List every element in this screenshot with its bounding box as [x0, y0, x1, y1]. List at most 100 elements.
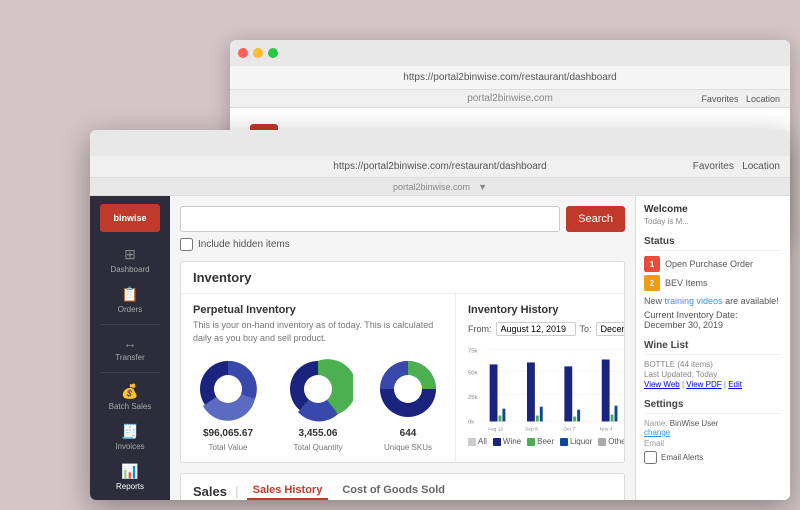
right-panel: Welcome Today is M... Status 1 Open Purc… — [635, 196, 790, 500]
sidebar-item-transfer[interactable]: ↔ Transfer — [90, 329, 170, 368]
search-button[interactable]: Search — [566, 206, 625, 232]
edit-link[interactable]: Edit — [728, 380, 742, 389]
close-icon[interactable] — [238, 48, 248, 58]
perpetual-inventory: Perpetual Inventory This is your on-hand… — [181, 294, 456, 462]
inv-date-label: Current Inventory Date: December 30, 201… — [644, 310, 782, 330]
pie-chart-3 — [373, 354, 443, 424]
hidden-items-checkbox[interactable] — [180, 238, 193, 251]
pie2-label: Total Quantity — [294, 443, 343, 452]
legend-label-other: Other — [608, 437, 625, 446]
sidebar-label-batchsales: Batch Sales — [109, 402, 152, 411]
svg-text:Oct 7: Oct 7 — [563, 426, 575, 432]
pie1-value: $96,065.67 — [203, 428, 253, 439]
training-link[interactable]: training videos — [665, 296, 723, 306]
svg-text:Nov 4: Nov 4 — [600, 426, 613, 432]
wine-bottle-detail: BOTTLE (44 items) — [644, 360, 782, 369]
status-item-2: 2 BEV Items — [644, 275, 782, 291]
settings-change-link[interactable]: change — [644, 428, 670, 437]
wine-links: View Web | View PDF | Edit — [644, 380, 782, 389]
sidebar-label-dashboard: Dashboard — [110, 265, 149, 274]
wine-list-panel: Wine List BOTTLE (44 items) Last Updated… — [644, 340, 782, 389]
legend-dot-all — [468, 438, 476, 446]
legend-liquor: Liquor — [560, 437, 592, 446]
status-title: Status — [644, 236, 782, 251]
inv-to-date[interactable] — [596, 322, 625, 336]
sales-section: Sales | Sales History Cost of Goods Sold… — [180, 473, 625, 500]
dashboard-icon: ⊞ — [124, 246, 136, 263]
email-alerts-label: Email Alerts — [661, 453, 703, 462]
fg-tab2: ▼ — [478, 182, 487, 192]
status-badge-2: 2 — [644, 275, 660, 291]
legend-beer: Beer — [527, 437, 554, 446]
minimize-icon[interactable] — [253, 48, 263, 58]
wine-last-updated: Last Updated: Today — [644, 370, 782, 379]
inventory-history: Inventory History From: To: Update — [456, 294, 625, 462]
legend-all: All — [468, 437, 487, 446]
search-input[interactable] — [180, 206, 560, 232]
legend-label-beer: Beer — [537, 437, 554, 446]
sidebar-item-orders[interactable]: 📋 Orders — [90, 280, 170, 320]
inv-from-date[interactable] — [496, 322, 576, 336]
sales-header: Sales | Sales History Cost of Goods Sold — [181, 474, 624, 500]
settings-title: Settings — [644, 399, 782, 414]
status-badge-1: 1 — [644, 256, 660, 272]
bg-url-text: https://portal2binwise.com/restaurant/da… — [403, 72, 616, 83]
sidebar-divider-1 — [100, 324, 160, 325]
sidebar-item-invoices[interactable]: 🧾 Invoices — [90, 417, 170, 457]
sidebar-label-invoices: Invoices — [115, 442, 144, 451]
wine-list-title: Wine List — [644, 340, 782, 355]
foreground-window: https://portal2binwise.com/restaurant/da… — [90, 130, 790, 500]
settings-name-value: BinWise User — [670, 419, 718, 428]
pie3-value: 644 — [400, 428, 417, 439]
search-bar-row: Search — [180, 206, 625, 232]
sidebar-item-batchsales[interactable]: 💰 Batch Sales — [90, 377, 170, 417]
legend-label-wine: Wine — [503, 437, 521, 446]
settings-email-label: Email — [644, 439, 664, 448]
svg-text:Aug 12: Aug 12 — [488, 426, 504, 432]
view-web-link[interactable]: View Web — [644, 380, 680, 389]
pie3-label: Unique SKUs — [384, 443, 432, 452]
to-label: To: — [580, 324, 592, 334]
pie-total-value: $96,065.67 Total Value — [193, 354, 263, 452]
settings-email-row: Email — [644, 439, 782, 448]
pie2-value: 3,455.06 — [299, 428, 338, 439]
pie-charts: $96,065.67 Total Value — [193, 354, 443, 452]
email-alerts-row: Email Alerts — [644, 451, 782, 464]
sidebar-item-dashboard[interactable]: ⊞ Dashboard — [90, 240, 170, 280]
inv-date-range: From: To: Update — [468, 322, 625, 336]
svg-text:Sep 8: Sep 8 — [525, 426, 538, 432]
pie-chart-2 — [283, 354, 353, 424]
status-text-1: Open Purchase Order — [665, 259, 753, 269]
hidden-items-label: Include hidden items — [198, 239, 290, 250]
sidebar-label-transfer: Transfer — [115, 353, 145, 362]
maximize-icon[interactable] — [268, 48, 278, 58]
bar-chart-area: 75k 50k 25k 0k — [468, 344, 625, 434]
email-alerts-checkbox[interactable] — [644, 451, 657, 464]
inventory-section-body: Perpetual Inventory This is your on-hand… — [181, 294, 624, 462]
legend-dot-other — [598, 438, 606, 446]
tab-cogs[interactable]: Cost of Goods Sold — [336, 482, 451, 500]
inventory-section-header: Inventory — [181, 262, 624, 294]
bg-favorites: Favorites Location — [701, 94, 780, 104]
settings-panel: Settings Name: BinWise User change Email… — [644, 399, 782, 464]
sidebar-item-reports[interactable]: 📊 Reports — [90, 457, 170, 497]
status-item-1: 1 Open Purchase Order — [644, 256, 782, 272]
settings-name-label: Name: — [644, 419, 668, 428]
tab-sales-history[interactable]: Sales History — [247, 482, 329, 500]
pie-chart-1 — [193, 354, 263, 424]
fg-url-text: https://portal2binwise.com/restaurant/da… — [333, 161, 546, 172]
legend-other: Other — [598, 437, 625, 446]
from-label: From: — [468, 324, 492, 334]
training-text: New training videos are available! — [644, 296, 782, 306]
today-text: Today is M... — [644, 217, 782, 226]
legend-dot-wine — [493, 438, 501, 446]
legend-label-liquor: Liquor — [570, 437, 592, 446]
orders-icon: 📋 — [121, 286, 138, 303]
view-pdf-link[interactable]: View PDF — [686, 380, 721, 389]
pie-total-qty: 3,455.06 Total Quantity — [283, 354, 353, 452]
settings-name-row: Name: BinWise User change — [644, 419, 782, 437]
legend-label-all: All — [478, 437, 487, 446]
status-panel: Status 1 Open Purchase Order 2 BEV Items… — [644, 236, 782, 330]
bg-tab-text: portal2binwise.com — [467, 93, 553, 104]
legend-dot-beer — [527, 438, 535, 446]
